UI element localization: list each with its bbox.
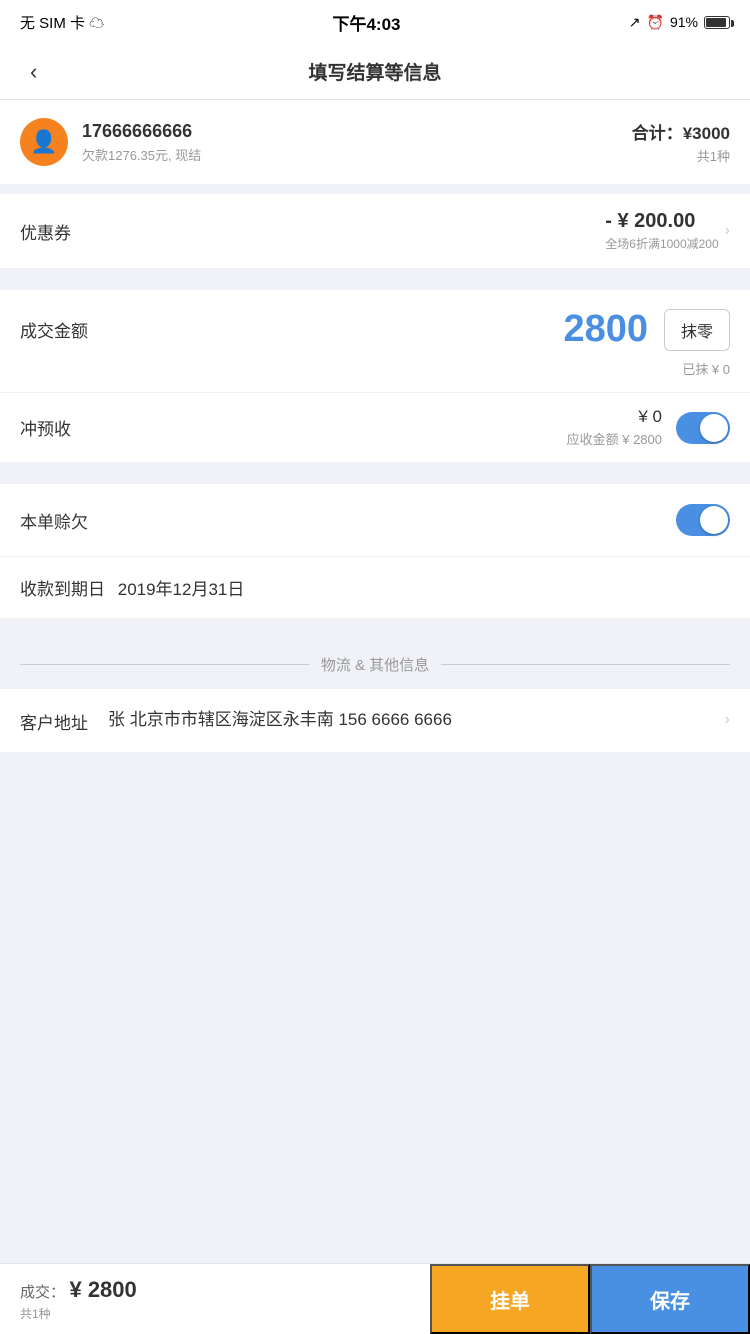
- duedate-value: 2019年12月31日: [118, 580, 245, 599]
- sep-line-left: [20, 664, 309, 665]
- amount-section: 成交金额 2800 抹零 已抹 ¥ 0 冲预收 ¥ 0 应收金额 ¥ 2800: [0, 290, 750, 462]
- round-button[interactable]: 抹零: [664, 309, 730, 351]
- amount-right: 2800 抹零: [563, 308, 730, 351]
- prepay-sub: 应收金额 ¥ 2800: [567, 429, 662, 448]
- user-phone: 17666666666: [82, 121, 201, 142]
- debt-toggle-knob: [700, 506, 728, 534]
- logistics-label: 物流 & 其他信息: [321, 654, 429, 675]
- coupon-amount: - ¥ 200.00: [605, 210, 718, 233]
- no-sim-text: 无 SIM 卡 ☁: [20, 12, 104, 33]
- bottom-space: [0, 762, 750, 962]
- total-amount: 合计：¥3000: [632, 119, 730, 144]
- address-chevron-icon: ›: [725, 711, 730, 729]
- location-icon: ↗: [629, 14, 641, 31]
- user-info: 17666666666 欠款1276.35元, 现结: [82, 121, 201, 164]
- debt-section: 本单赊欠 收款到期日 2019年12月31日: [0, 484, 750, 618]
- debt-row: 本单赊欠: [0, 484, 750, 556]
- coupon-right: - ¥ 200.00 全场6折满1000减200 ›: [605, 210, 730, 252]
- amount-value: 2800: [563, 308, 648, 351]
- gray-divider-2: [0, 472, 750, 484]
- amount-sub: 已抹 ¥ 0: [0, 359, 750, 392]
- duedate-label: 收款到期日: [20, 580, 105, 599]
- status-time: 下午4:03: [332, 10, 400, 35]
- address-label: 客户地址: [20, 709, 88, 734]
- coupon-row[interactable]: 优惠券 - ¥ 200.00 全场6折满1000减200 ›: [0, 194, 750, 268]
- bottom-deal-row: 成交： ¥ 2800: [20, 1277, 410, 1303]
- prepay-amount: ¥ 0: [567, 407, 662, 427]
- debt-label: 本单赊欠: [20, 508, 88, 533]
- back-button[interactable]: ‹: [20, 49, 47, 95]
- alarm-icon: ⏰: [647, 14, 664, 31]
- bottom-deal-count: 共1种: [20, 1305, 410, 1322]
- page-title: 填写结算等信息: [308, 58, 441, 85]
- address-row[interactable]: 客户地址 张 北京市市辖区海淀区永丰南 156 6666 6666 ›: [0, 689, 750, 752]
- coupon-chevron-icon: ›: [725, 222, 730, 240]
- total-count: 共1种: [632, 146, 730, 165]
- avatar: 👤: [20, 118, 68, 166]
- gray-divider-3: [0, 628, 750, 640]
- user-left: 👤 17666666666 欠款1276.35元, 现结: [20, 118, 201, 166]
- prepay-label: 冲预收: [20, 415, 71, 440]
- address-value: 张 北京市市辖区海淀区永丰南 156 6666 6666: [108, 707, 717, 733]
- bottom-deal-label: 成交：: [20, 1284, 65, 1301]
- prepay-toggle[interactable]: [676, 412, 730, 444]
- amount-row: 成交金额 2800 抹零: [0, 290, 750, 359]
- status-right: ↗ ⏰ 91%: [629, 14, 730, 31]
- sep-line-right: [441, 664, 730, 665]
- battery-text: 91%: [670, 14, 698, 30]
- battery-icon: [704, 16, 730, 29]
- address-section: 客户地址 张 北京市市辖区海淀区永丰南 156 6666 6666 ›: [0, 689, 750, 752]
- toggle-knob: [700, 414, 728, 442]
- coupon-sub: 全场6折满1000减200: [605, 235, 718, 252]
- due-date-row: 收款到期日 2019年12月31日: [0, 556, 750, 618]
- coupon-label: 优惠券: [20, 219, 71, 244]
- user-card: 👤 17666666666 欠款1276.35元, 现结 合计：¥3000 共1…: [0, 100, 750, 184]
- logistics-separator: 物流 & 其他信息: [0, 640, 750, 689]
- status-bar: 无 SIM 卡 ☁ 下午4:03 ↗ ⏰ 91%: [0, 0, 750, 44]
- status-left: 无 SIM 卡 ☁: [20, 12, 104, 33]
- avatar-icon: 👤: [30, 129, 57, 155]
- amount-label: 成交金额: [20, 317, 88, 342]
- bottom-bar: 成交： ¥ 2800 共1种 挂单 保存: [0, 1263, 750, 1334]
- bottom-info: 成交： ¥ 2800 共1种: [0, 1264, 430, 1334]
- gray-divider-1: [0, 278, 750, 290]
- nav-bar: ‹ 填写结算等信息: [0, 44, 750, 100]
- debt-toggle[interactable]: [676, 504, 730, 536]
- prepay-row: 冲预收 ¥ 0 应收金额 ¥ 2800: [0, 392, 750, 462]
- prepay-right: ¥ 0 应收金额 ¥ 2800: [567, 407, 730, 448]
- user-right: 合计：¥3000 共1种: [632, 119, 730, 165]
- save-button[interactable]: 保存: [590, 1264, 750, 1334]
- prepay-info: ¥ 0 应收金额 ¥ 2800: [567, 407, 662, 448]
- hold-button[interactable]: 挂单: [430, 1264, 590, 1334]
- bottom-deal-amount: ¥ 2800: [69, 1277, 136, 1302]
- content: 👤 17666666666 欠款1276.35元, 现结 合计：¥3000 共1…: [0, 100, 750, 1052]
- user-sub: 欠款1276.35元, 现结: [82, 145, 201, 164]
